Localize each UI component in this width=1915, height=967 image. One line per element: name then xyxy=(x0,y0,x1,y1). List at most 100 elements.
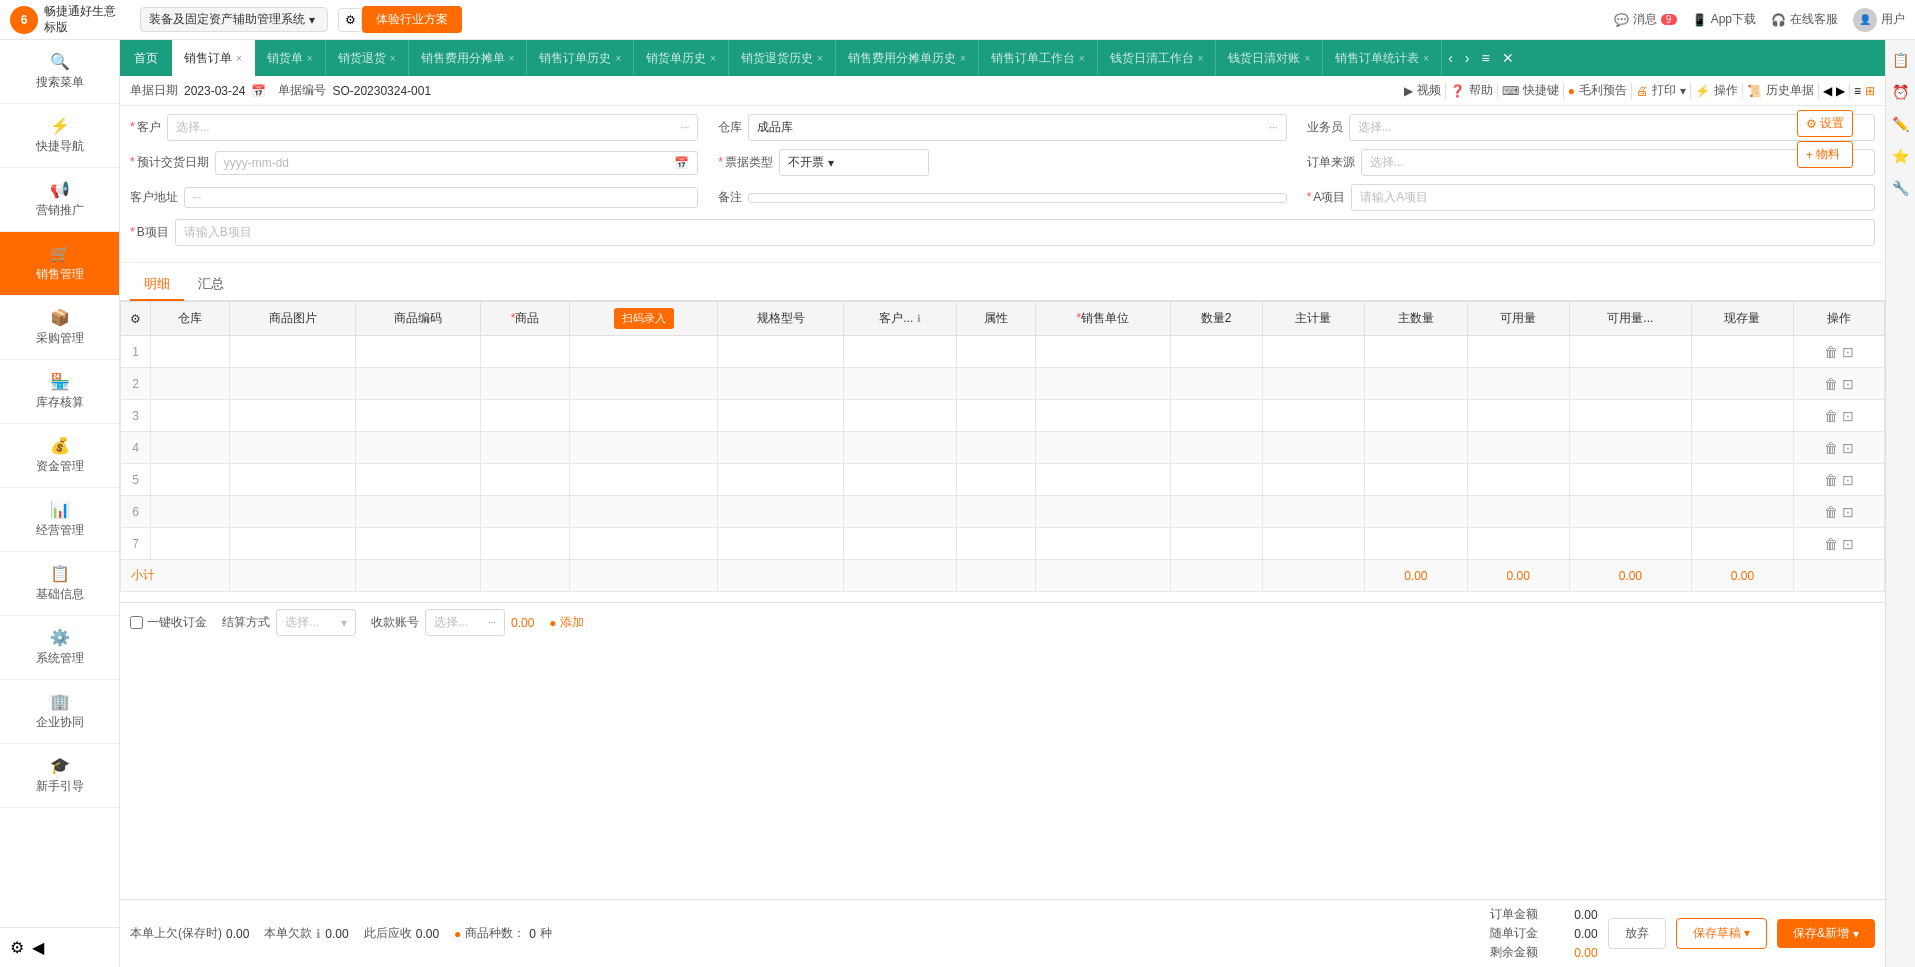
row1-stock[interactable] xyxy=(1691,336,1793,368)
delivery-date-input[interactable]: yyyy-mm-dd 📅 xyxy=(215,151,699,175)
row2-available[interactable] xyxy=(1467,368,1569,400)
row6-unit[interactable] xyxy=(1035,496,1170,528)
tab-sales-order[interactable]: 销售订单 × xyxy=(172,40,255,76)
tab-invoice-history[interactable]: 销货单历史 × xyxy=(634,40,729,76)
tab-return-history[interactable]: 销货退货历史 × xyxy=(729,40,836,76)
sidebar-item-enterprise[interactable]: 🏢 企业协同 xyxy=(0,680,119,744)
help-btn[interactable]: ❓ 帮助 xyxy=(1450,82,1493,99)
note-input[interactable] xyxy=(748,193,1286,203)
row7-spec[interactable] xyxy=(718,528,844,560)
customer-input[interactable]: 选择... ··· xyxy=(167,114,699,141)
one-click-checkbox[interactable]: 一键收订金 xyxy=(130,614,207,631)
row3-main-qty[interactable] xyxy=(1365,400,1467,432)
discard-button[interactable]: 放弃 xyxy=(1608,918,1666,949)
row5-warehouse[interactable] xyxy=(151,464,230,496)
row7-available[interactable] xyxy=(1467,528,1569,560)
row7-product[interactable] xyxy=(481,528,569,560)
th-current-stock[interactable]: 现存量 xyxy=(1691,302,1793,336)
row4-product[interactable] xyxy=(481,432,569,464)
row1-qty2[interactable] xyxy=(1170,336,1262,368)
right-panel-list-btn[interactable]: 📋 xyxy=(1889,48,1913,72)
row7-copy-btn[interactable]: ⊡ xyxy=(1842,536,1854,552)
row4-warehouse[interactable] xyxy=(151,432,230,464)
row7-qty2[interactable] xyxy=(1170,528,1262,560)
save-new-button[interactable]: 保存&新增 ▾ xyxy=(1777,919,1875,948)
row4-qty2[interactable] xyxy=(1170,432,1262,464)
view-video-btn[interactable]: ▶ 视频 xyxy=(1404,82,1441,99)
row6-main-qty[interactable] xyxy=(1365,496,1467,528)
row7-available2[interactable] xyxy=(1569,528,1691,560)
account-select[interactable]: 选择... ··· xyxy=(425,609,505,636)
add-payment-btn[interactable]: ● 添加 xyxy=(549,614,583,631)
sidebar-collapse-icon[interactable]: ◀ xyxy=(32,938,44,957)
row3-spec[interactable] xyxy=(718,400,844,432)
tab-close-sales-order[interactable]: × xyxy=(236,53,242,64)
th-warehouse[interactable]: 仓库 xyxy=(151,302,230,336)
row2-main-unit[interactable] xyxy=(1262,368,1364,400)
th-product-code[interactable]: 商品编码 xyxy=(355,302,481,336)
row2-spec[interactable] xyxy=(718,368,844,400)
sidebar-item-system[interactable]: ⚙️ 系统管理 xyxy=(0,616,119,680)
calendar-icon[interactable]: 📅 xyxy=(251,84,266,98)
row5-available2[interactable] xyxy=(1569,464,1691,496)
sidebar-item-search[interactable]: 🔍 搜索菜单 xyxy=(0,40,119,104)
row6-delete-btn[interactable]: 🗑 xyxy=(1824,504,1838,520)
row3-delete-btn[interactable]: 🗑 xyxy=(1824,408,1838,424)
tab-close-reconcile[interactable]: × xyxy=(1304,53,1310,64)
right-panel-clock-btn[interactable]: ⏰ xyxy=(1889,80,1913,104)
tab-workbench[interactable]: 销售订单工作台 × xyxy=(979,40,1098,76)
row4-stock[interactable] xyxy=(1691,432,1793,464)
row1-available[interactable] xyxy=(1467,336,1569,368)
scan-button[interactable]: 扫码录入 xyxy=(614,308,674,329)
row3-available2[interactable] xyxy=(1569,400,1691,432)
operation-btn[interactable]: ⚡ 操作 xyxy=(1695,82,1738,99)
tab-close-return-history[interactable]: × xyxy=(817,53,823,64)
row2-stock[interactable] xyxy=(1691,368,1793,400)
a-project-input[interactable]: 请输入A项目 xyxy=(1351,184,1875,211)
save-draft-button[interactable]: 保存草稿 ▾ xyxy=(1676,918,1767,949)
print-dropdown-icon[interactable]: ▾ xyxy=(1680,84,1686,98)
row4-delete-btn[interactable]: 🗑 xyxy=(1824,440,1838,456)
solution-button[interactable]: 体验行业方案 xyxy=(362,6,462,33)
row2-attr[interactable] xyxy=(956,368,1035,400)
tab-close-order-history[interactable]: × xyxy=(615,53,621,64)
th-unit[interactable]: *销售单位 xyxy=(1035,302,1170,336)
row4-code[interactable] xyxy=(355,432,481,464)
row3-available[interactable] xyxy=(1467,400,1569,432)
tab-close-workbench[interactable]: × xyxy=(1079,53,1085,64)
tab-close-expense-history[interactable]: × xyxy=(960,53,966,64)
th-available2[interactable]: 可用量... xyxy=(1569,302,1691,336)
customer-expand-icon[interactable]: ··· xyxy=(681,122,689,133)
th-scan[interactable]: 扫码录入 xyxy=(569,302,718,336)
row2-code[interactable] xyxy=(355,368,481,400)
account-expand-icon[interactable]: ··· xyxy=(488,617,496,628)
row4-available[interactable] xyxy=(1467,432,1569,464)
list-view-btn[interactable]: ≡ xyxy=(1854,84,1861,98)
next-record-btn[interactable]: ▶ xyxy=(1836,84,1845,98)
row4-main-qty[interactable] xyxy=(1365,432,1467,464)
row7-unit[interactable] xyxy=(1035,528,1170,560)
row1-unit[interactable] xyxy=(1035,336,1170,368)
th-product[interactable]: *商品 xyxy=(481,302,569,336)
row7-attr[interactable] xyxy=(956,528,1035,560)
row6-qty2[interactable] xyxy=(1170,496,1262,528)
row1-attr[interactable] xyxy=(956,336,1035,368)
warehouse-expand-icon[interactable]: ··· xyxy=(1269,122,1277,133)
tab-close-summary[interactable]: × xyxy=(1423,53,1429,64)
row5-available[interactable] xyxy=(1467,464,1569,496)
sidebar-item-marketing[interactable]: 📢 营销推广 xyxy=(0,168,119,232)
address-expand-icon[interactable]: ··· xyxy=(193,192,201,203)
online-service-btn[interactable]: 🎧 在线客服 xyxy=(1771,11,1838,28)
row2-copy-btn[interactable]: ⊡ xyxy=(1842,376,1854,392)
one-click-checkbox-input[interactable] xyxy=(130,616,143,629)
row6-spec[interactable] xyxy=(718,496,844,528)
row5-qty2[interactable] xyxy=(1170,464,1262,496)
row3-copy-btn[interactable]: ⊡ xyxy=(1842,408,1854,424)
sidebar-settings-icon[interactable]: ⚙ xyxy=(10,938,24,957)
row1-delete-btn[interactable]: 🗑 xyxy=(1824,344,1838,360)
sidebar-item-quick-nav[interactable]: ⚡ 快捷导航 xyxy=(0,104,119,168)
user-area[interactable]: 👤 用户 xyxy=(1853,8,1905,32)
tab-close-return[interactable]: × xyxy=(390,53,396,64)
payment-method-select[interactable]: 选择... ▾ xyxy=(276,609,356,636)
sidebar-item-operation[interactable]: 📊 经营管理 xyxy=(0,488,119,552)
